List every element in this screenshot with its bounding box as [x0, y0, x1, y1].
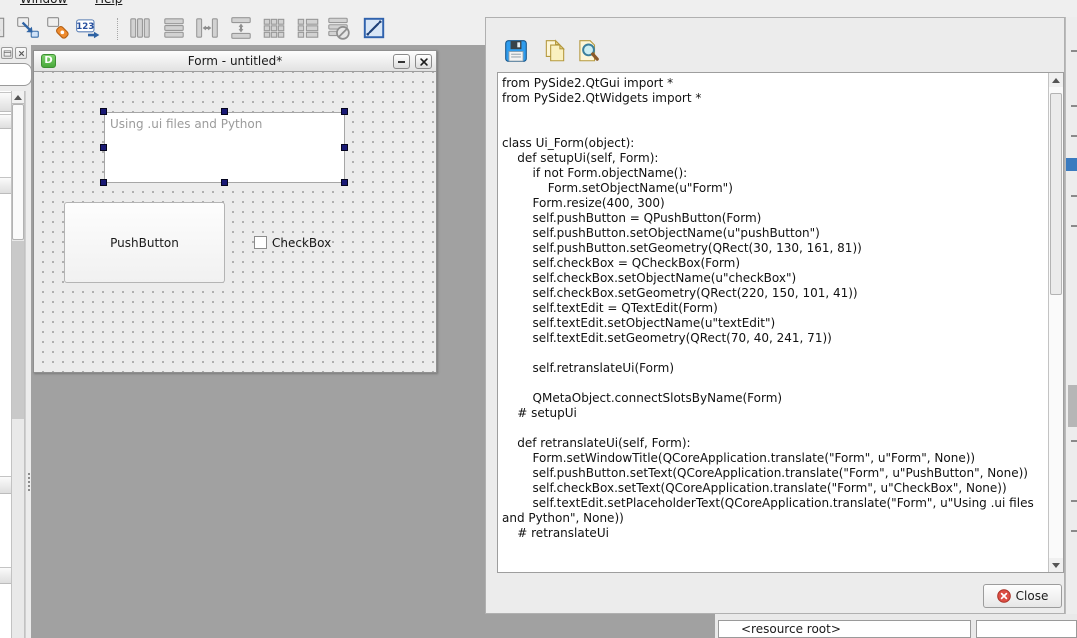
menubar: Window Help — [0, 0, 1077, 9]
edit-widgets-icon[interactable] — [0, 15, 8, 41]
selection-handle-mid-left[interactable] — [100, 144, 107, 151]
widget-filter-input[interactable] — [0, 63, 32, 86]
menu-help[interactable]: Help — [95, 0, 122, 6]
minimize-icon — [398, 61, 405, 63]
list-item[interactable] — [0, 567, 11, 584]
code-view[interactable]: from PySide2.QtGui import * from PySide2… — [497, 72, 1064, 573]
layout-grid-icon — [261, 15, 287, 41]
selection-handle-top-right[interactable] — [341, 108, 348, 115]
find-icon[interactable] — [575, 38, 601, 64]
inspector-selected-row[interactable] — [1066, 158, 1077, 171]
list-item[interactable] — [0, 476, 11, 494]
widget-box-scrollbar[interactable] — [11, 91, 25, 638]
save-icon[interactable] — [503, 38, 529, 64]
inspector-panel-sliver — [1065, 17, 1077, 638]
resource-tree[interactable]: <resource root> — [718, 620, 971, 638]
code-scrollbar[interactable] — [1048, 73, 1063, 572]
menu-window[interactable]: Window — [20, 0, 67, 6]
selection-handle-top-mid[interactable] — [221, 108, 228, 115]
dock-splitter[interactable] — [25, 91, 31, 638]
textedit-widget[interactable]: Using .ui files and Python — [104, 112, 345, 183]
list-item[interactable] — [0, 92, 11, 112]
close-icon — [419, 57, 429, 67]
dock-float-button[interactable] — [1, 47, 13, 59]
selection-handle-mid-right[interactable] — [341, 144, 348, 151]
scroll-up-icon[interactable] — [12, 91, 24, 104]
resource-list[interactable] — [976, 620, 1077, 638]
selection-handle-top-left[interactable] — [100, 108, 107, 115]
scrollbar-thumb[interactable] — [12, 104, 24, 240]
tree-branch-mark — [1071, 500, 1077, 502]
main-toolbar: 123 — [0, 9, 485, 45]
close-red-icon — [997, 589, 1011, 603]
close-button-label: Close — [1016, 589, 1049, 603]
tree-branch-mark — [1071, 225, 1077, 227]
form-designer-window: D Form - untitled* Using .ui files and P… — [33, 50, 437, 373]
scrollbar-thumb[interactable] — [1068, 385, 1077, 427]
python-code-dialog: from PySide2.QtGui import * from PySide2… — [485, 17, 1065, 614]
close-icon — [17, 49, 26, 58]
selection-handle-bottom-left[interactable] — [100, 179, 107, 186]
scrollbar-thumb[interactable] — [1050, 93, 1062, 295]
widget-box-dock — [0, 45, 31, 638]
form-canvas[interactable]: Using .ui files and Python PushButton Ch… — [34, 72, 436, 372]
layout-vertically-splitter-icon — [228, 15, 254, 41]
scroll-up-icon[interactable] — [1049, 73, 1063, 87]
form-window-titlebar[interactable]: D Form - untitled* — [34, 51, 436, 72]
adjust-size-icon[interactable] — [361, 15, 387, 41]
break-layout-icon — [325, 15, 351, 41]
scroll-down-icon[interactable] — [1049, 558, 1063, 572]
form-window-title: Form - untitled* — [34, 51, 436, 71]
layout-horizontally-icon — [127, 15, 153, 41]
toolbar-separator — [117, 18, 118, 40]
tree-branch-mark — [1071, 440, 1077, 442]
tab-order-123-text: 123 — [76, 22, 94, 32]
list-item[interactable] — [0, 114, 11, 129]
layout-form-icon — [295, 15, 321, 41]
tree-branch-mark — [1071, 530, 1077, 532]
list-item[interactable] — [0, 177, 11, 194]
checkbox-widget[interactable]: CheckBox — [254, 222, 355, 263]
layout-horizontally-splitter-icon — [194, 15, 220, 41]
pushbutton-widget[interactable]: PushButton — [64, 202, 225, 283]
tree-branch-mark — [1071, 105, 1077, 107]
edit-signals-slots-icon[interactable] — [15, 15, 41, 41]
tree-branch-mark — [1071, 195, 1077, 197]
generated-python-code[interactable]: from PySide2.QtGui import * from PySide2… — [502, 76, 1044, 541]
scrollbar-track[interactable] — [12, 241, 24, 419]
dock-close-button[interactable] — [15, 47, 27, 59]
form-close-button[interactable] — [415, 54, 432, 69]
float-icon — [3, 49, 12, 58]
copy-icon[interactable] — [542, 38, 568, 64]
tree-branch-mark — [1071, 135, 1077, 137]
resource-browser-panel: <resource root> — [715, 614, 1077, 638]
checkbox-label: CheckBox — [272, 236, 331, 250]
edit-tab-order-icon[interactable]: 123 — [75, 15, 103, 41]
edit-buddies-icon[interactable] — [45, 15, 71, 41]
selection-handle-bottom-right[interactable] — [341, 179, 348, 186]
resource-root-item[interactable]: <resource root> — [719, 621, 970, 636]
form-minimize-button[interactable] — [393, 54, 410, 69]
checkbox-indicator[interactable] — [254, 236, 267, 249]
splitter-handle-icon[interactable] — [28, 473, 30, 491]
qt-designer-screen: Window Help 123 — [0, 0, 1077, 638]
widget-box-list — [0, 91, 11, 638]
selection-handle-bottom-mid[interactable] — [221, 179, 228, 186]
close-button[interactable]: Close — [983, 584, 1062, 608]
tree-branch-mark — [1071, 50, 1077, 52]
layout-vertically-icon — [161, 15, 187, 41]
